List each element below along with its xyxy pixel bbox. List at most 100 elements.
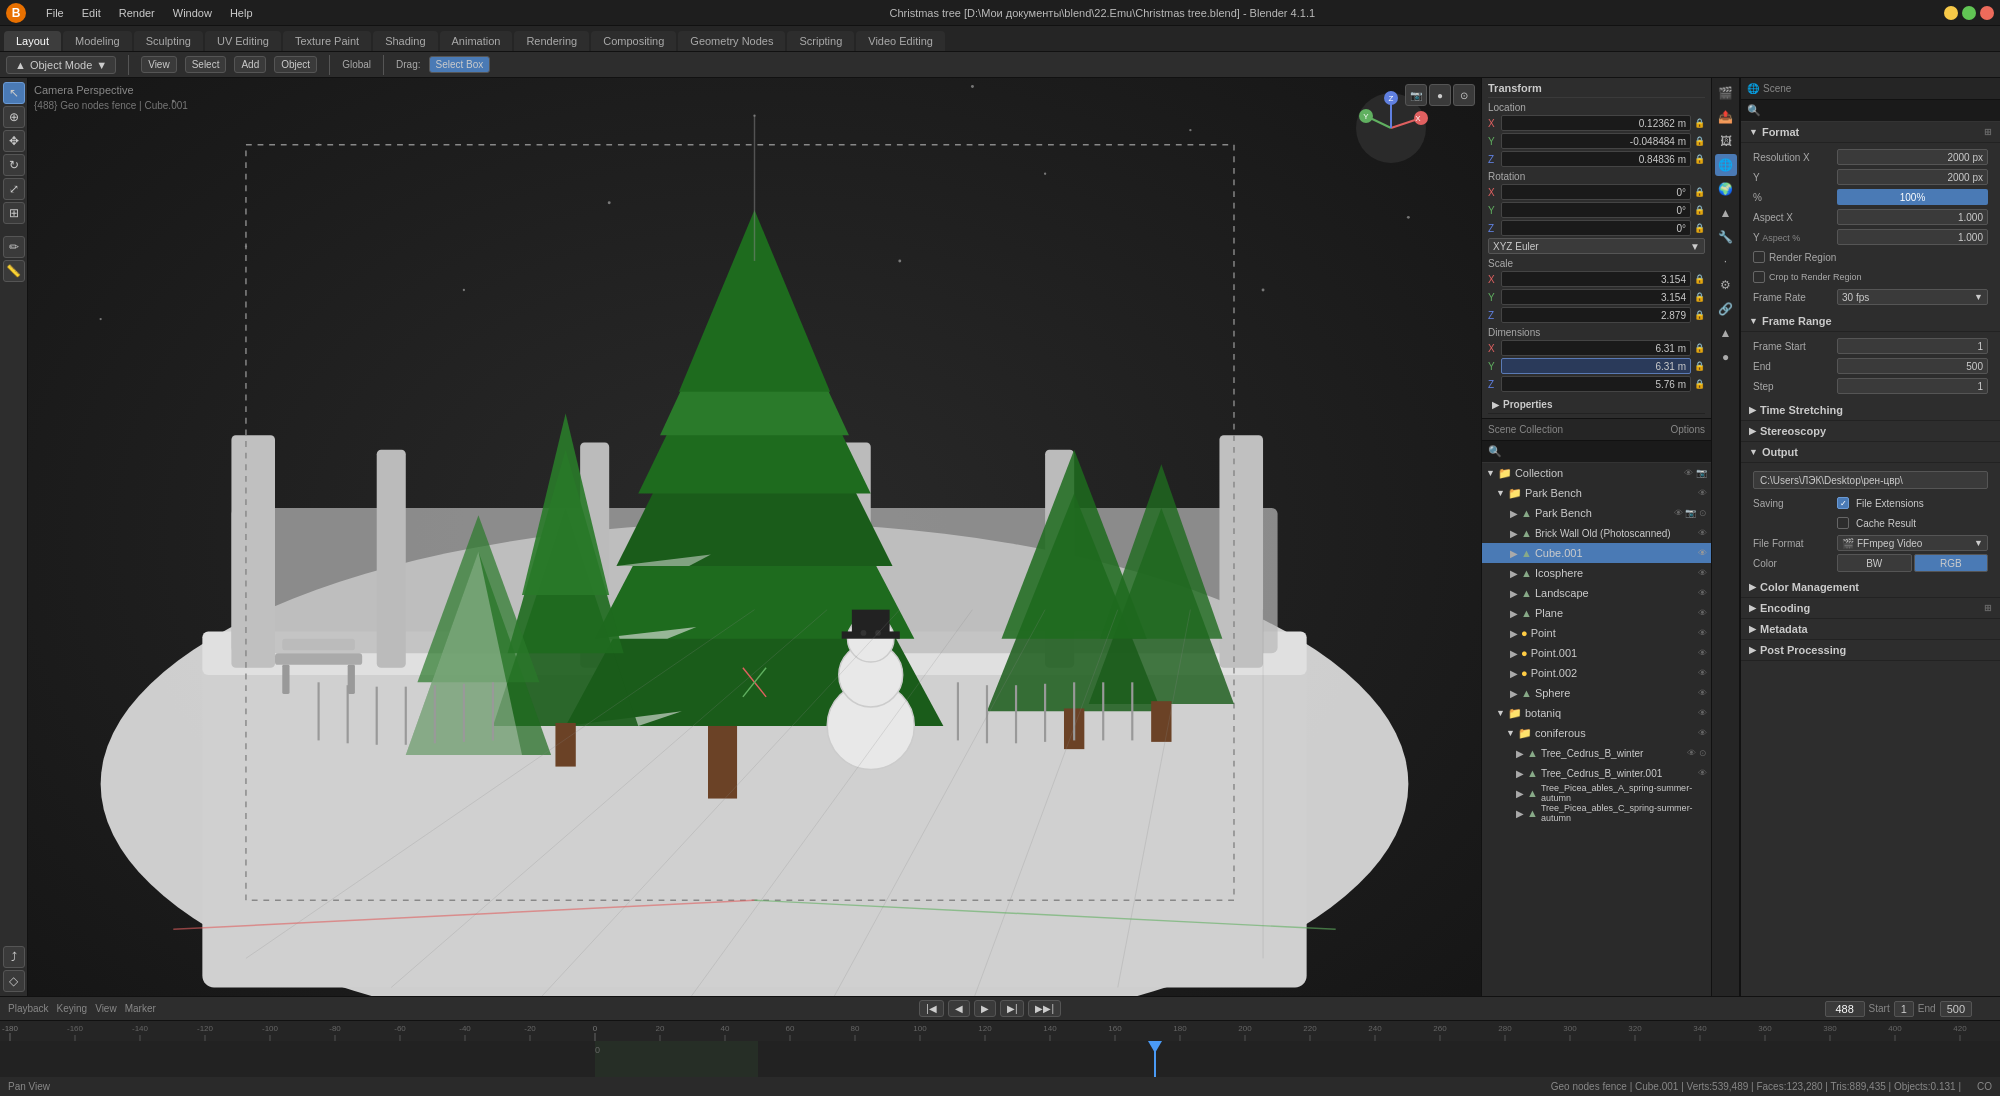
world-props-icon[interactable]: 🌍 (1715, 178, 1737, 200)
rot-z-value[interactable]: 0° (1501, 220, 1691, 236)
extrude-btn[interactable]: ⤴ (3, 946, 25, 968)
view-layer-icon[interactable]: 🖼 (1715, 130, 1737, 152)
menu-render[interactable]: Render (111, 5, 163, 21)
physics-icon[interactable]: ⚙ (1715, 274, 1737, 296)
outliner-item-brick-wall[interactable]: ▶ ▲ Brick Wall Old (Photoscanned) 👁 (1482, 523, 1711, 543)
transform-tool-btn[interactable]: ⊞ (3, 202, 25, 224)
render-region-checkbox[interactable] (1753, 251, 1765, 263)
modifier-props-icon[interactable]: 🔧 (1715, 226, 1737, 248)
outliner-item-collection[interactable]: ▼ 📁 Collection 👁 📷 (1482, 463, 1711, 483)
scale-x-value[interactable]: 3.154 (1501, 271, 1691, 287)
select-tool-btn[interactable]: ↖ (3, 82, 25, 104)
format-section-header[interactable]: ▼ Format ⊞ (1741, 122, 2000, 143)
outliner-item-tree-cedrus-b-winter[interactable]: ▶ ▲ Tree_Cedrus_B_winter 👁 ⊙ (1482, 743, 1711, 763)
outliner-item-tree-picea-a[interactable]: ▶ ▲ Tree_Picea_ables_A_spring-summer-aut… (1482, 783, 1711, 803)
material-icon[interactable]: ● (1715, 346, 1737, 368)
outliner-item-sphere[interactable]: ▶ ▲ Sphere 👁 (1482, 683, 1711, 703)
outliner-item-point002[interactable]: ▶ ● Point.002 👁 (1482, 663, 1711, 683)
aspect-x-value[interactable]: 1.000 (1837, 209, 1988, 225)
scale-y-value[interactable]: 3.154 (1501, 289, 1691, 305)
aspect-y-value[interactable]: 1.000 (1837, 229, 1988, 245)
next-frame-btn[interactable]: ▶| (1000, 1000, 1025, 1017)
outliner-item-cube001[interactable]: ▶ ▲ Cube.001 👁 (1482, 543, 1711, 563)
output-path[interactable]: C:\Users\ЛЭК\Desktop\рен-цвр\ (1753, 471, 1988, 489)
playback-label[interactable]: Playback (8, 1003, 49, 1014)
select-btn[interactable]: Select (185, 56, 227, 73)
view-label[interactable]: View (95, 1003, 117, 1014)
dim-x-value[interactable]: 6.31 m (1501, 340, 1691, 356)
end-frame-display[interactable]: 500 (1940, 1001, 1972, 1017)
tab-rendering[interactable]: Rendering (514, 31, 589, 51)
frame-start-value[interactable]: 1 (1837, 338, 1988, 354)
outliner-item-plane[interactable]: ▶ ▲ Plane 👁 (1482, 603, 1711, 623)
file-format-value[interactable]: 🎬 FFmpeg Video ▼ (1837, 535, 1988, 551)
tab-geometry-nodes[interactable]: Geometry Nodes (678, 31, 785, 51)
prev-frame-btn[interactable]: ◀ (948, 1000, 970, 1017)
viewport[interactable]: Camera Perspective {488} Geo nodes fence… (28, 78, 1481, 996)
scale-tool-btn[interactable]: ⤢ (3, 178, 25, 200)
color-mgmt-header[interactable]: ▶ Color Management (1741, 577, 2000, 598)
menu-file[interactable]: File (38, 5, 72, 21)
current-frame-display[interactable]: 488 (1825, 1001, 1865, 1017)
tab-modeling[interactable]: Modeling (63, 31, 132, 51)
properties-search[interactable]: 🔍 (1741, 100, 2000, 122)
outliner-item-icosphere[interactable]: ▶ ▲ Icosphere 👁 (1482, 563, 1711, 583)
tab-video-editing[interactable]: Video Editing (856, 31, 945, 51)
rot-mode-dropdown[interactable]: XYZ Euler ▼ (1488, 238, 1705, 254)
crop-checkbox[interactable] (1753, 271, 1765, 283)
stereoscopy-header[interactable]: ▶ Stereoscopy (1741, 421, 2000, 442)
res-x-value[interactable]: 2000 px (1837, 149, 1988, 165)
rot-x-value[interactable]: 0° (1501, 184, 1691, 200)
outliner-item-landscape[interactable]: ▶ ▲ Landscape 👁 (1482, 583, 1711, 603)
window-controls[interactable] (1944, 6, 1994, 20)
menu-help[interactable]: Help (222, 5, 261, 21)
properties-section[interactable]: ▶ Properties (1488, 396, 1705, 414)
close-button[interactable] (1980, 6, 1994, 20)
minimize-button[interactable] (1944, 6, 1958, 20)
viewport-overlay-btn[interactable]: ⊙ (1453, 84, 1475, 106)
frame-step-value[interactable]: 1 (1837, 378, 1988, 394)
move-tool-btn[interactable]: ✥ (3, 130, 25, 152)
rot-y-value[interactable]: 0° (1501, 202, 1691, 218)
constraint-icon[interactable]: 🔗 (1715, 298, 1737, 320)
add-primitive-btn[interactable]: ◇ (3, 970, 25, 992)
output-props-icon[interactable]: 📤 (1715, 106, 1737, 128)
add-btn[interactable]: Add (234, 56, 266, 73)
frame-rate-value[interactable]: 30 fps ▼ (1837, 289, 1988, 305)
tab-texture-paint[interactable]: Texture Paint (283, 31, 371, 51)
outliner-options[interactable]: Options (1671, 424, 1705, 435)
annotate-btn[interactable]: ✏ (3, 236, 25, 258)
outliner-search[interactable]: 🔍 (1482, 441, 1711, 463)
output-section-header[interactable]: ▼ Output (1741, 442, 2000, 463)
object-props-icon[interactable]: ▲ (1715, 202, 1737, 224)
metadata-header[interactable]: ▶ Metadata (1741, 619, 2000, 640)
encoding-header[interactable]: ▶ Encoding ⊞ (1741, 598, 2000, 619)
res-pct-value[interactable]: 100% (1837, 189, 1988, 205)
outliner-item-point[interactable]: ▶ ● Point 👁 (1482, 623, 1711, 643)
tab-sculpting[interactable]: Sculpting (134, 31, 203, 51)
res-y-value[interactable]: 2000 px (1837, 169, 1988, 185)
render-overlay-btn[interactable]: ● (1429, 84, 1451, 106)
tab-compositing[interactable]: Compositing (591, 31, 676, 51)
cursor-tool-btn[interactable]: ⊕ (3, 106, 25, 128)
tab-layout[interactable]: Layout (4, 31, 61, 51)
camera-view-btn[interactable]: 📷 (1405, 84, 1427, 106)
viewport-overlay-buttons[interactable]: 📷 ● ⊙ (1405, 84, 1475, 106)
loc-z-value[interactable]: 0.84836 m (1501, 151, 1691, 167)
outliner-item-park-bench-mesh[interactable]: ▶ ▲ Park Bench 👁 📷 ⊙ (1482, 503, 1711, 523)
loc-y-value[interactable]: -0.048484 m (1501, 133, 1691, 149)
tab-shading[interactable]: Shading (373, 31, 437, 51)
measure-btn[interactable]: 📏 (3, 260, 25, 282)
res-pct-bar[interactable]: 100% (1837, 189, 1988, 205)
jump-end-btn[interactable]: ▶▶| (1028, 1000, 1061, 1017)
rgb-btn[interactable]: RGB (1914, 554, 1989, 572)
menu-bar[interactable]: File Edit Render Window Help (38, 5, 261, 21)
scale-z-value[interactable]: 2.879 (1501, 307, 1691, 323)
keying-label[interactable]: Keying (57, 1003, 88, 1014)
menu-edit[interactable]: Edit (74, 5, 109, 21)
render-props-icon[interactable]: 🎬 (1715, 82, 1737, 104)
frame-end-value[interactable]: 500 (1837, 358, 1988, 374)
rotate-tool-btn[interactable]: ↻ (3, 154, 25, 176)
timeline-track[interactable]: 0 (0, 1041, 2000, 1077)
outliner-item-tree-picea-c[interactable]: ▶ ▲ Tree_Picea_ables_C_spring-summer-aut… (1482, 803, 1711, 823)
